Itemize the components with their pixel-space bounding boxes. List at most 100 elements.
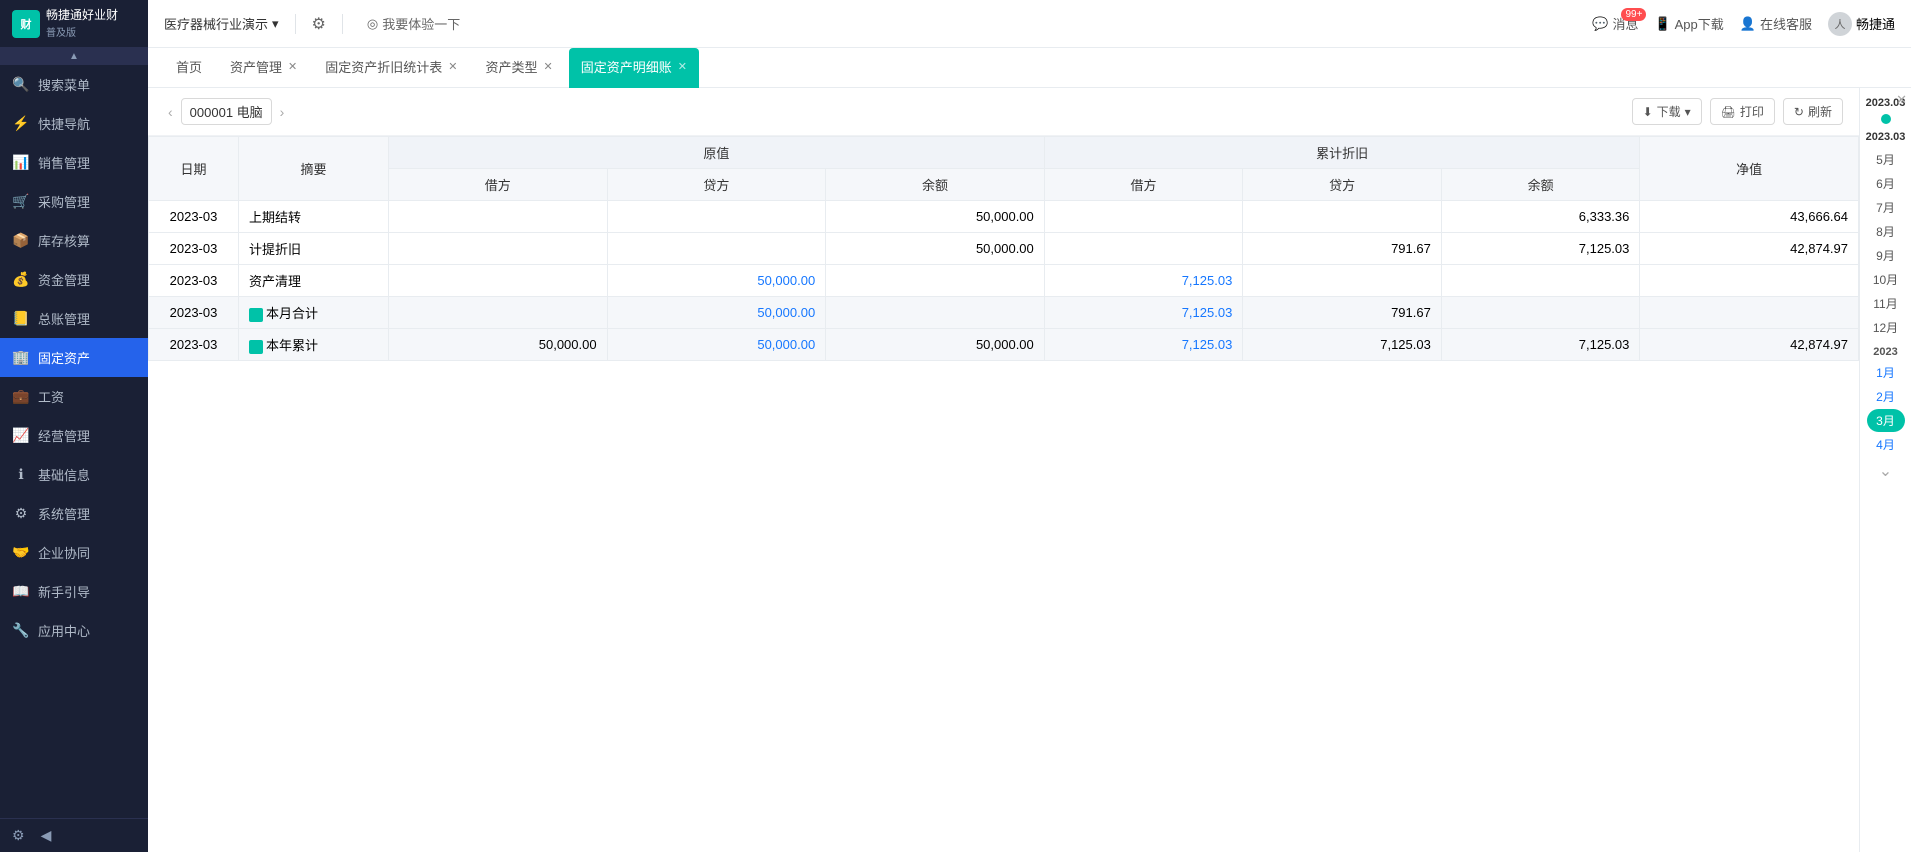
timeline-month-2月[interactable]: 2月 [1867, 385, 1905, 408]
sidebar-item-应用中心[interactable]: 🔧 应用中心 [0, 611, 148, 650]
table-scroll-container[interactable]: 日期 摘要 原值 累计折旧 净值 借方 贷方 余额 借方 贷方 余额 [148, 136, 1859, 852]
experience-icon: ◎ [367, 16, 378, 32]
sidebar-item-资金管理[interactable]: 💰资金管理 [0, 260, 148, 299]
download-btn[interactable]: ⬇ 下载 ▾ [1632, 98, 1702, 125]
settings-icon[interactable]: ⚙ [312, 14, 326, 34]
th-original-group: 原值 [389, 137, 1045, 169]
sidebar-item-总账管理[interactable]: 📒总账管理 [0, 299, 148, 338]
nav-icon-4: 📦 [12, 232, 30, 249]
acc-debit-val-2: 7,125.03 [1182, 273, 1233, 288]
online-service-label: 在线客服 [1760, 14, 1812, 33]
cell-acc-credit-1: 791.67 [1243, 233, 1442, 265]
tab-close-4[interactable]: ✕ [678, 60, 687, 73]
sidebar-item-企业协同[interactable]: 🤝企业协同 [0, 533, 148, 572]
refresh-btn[interactable]: ↻ 刷新 [1783, 98, 1843, 125]
sidebar-label-2: 销售管理 [38, 153, 90, 172]
th-net: 净值 [1640, 137, 1859, 201]
sidebar-label-5: 资金管理 [38, 270, 90, 289]
timeline-month-11月[interactable]: 11月 [1867, 292, 1905, 315]
timeline-month-10月[interactable]: 10月 [1867, 268, 1905, 291]
sidebar-item-采购管理[interactable]: 🛒采购管理 [0, 182, 148, 221]
timeline-month-12月[interactable]: 12月 [1867, 316, 1905, 339]
experience-btn[interactable]: ◎ 我要体验一下 [359, 10, 468, 37]
message-btn[interactable]: 💬 消息 99+ [1592, 14, 1638, 33]
sidebar-label-14: 应用中心 [38, 621, 90, 640]
timeline-month-8月[interactable]: 8月 [1867, 220, 1905, 243]
tab-0[interactable]: 首页 [164, 48, 214, 88]
sidebar-item-快捷导航[interactable]: ⚡快捷导航 [0, 104, 148, 143]
cell-summary-0: 上期结转 [239, 201, 389, 233]
nav-icon-6: 📒 [12, 310, 30, 327]
tab-close-3[interactable]: ✕ [544, 60, 553, 73]
cell-net-1: 42,874.97 [1640, 233, 1859, 265]
timeline-month-9月[interactable]: 9月 [1867, 244, 1905, 267]
sidebar-item-经营管理[interactable]: 📈经营管理 [0, 416, 148, 455]
cell-orig-debit-2 [389, 265, 608, 297]
cell-orig-credit-1 [607, 233, 826, 265]
tab-1[interactable]: 资产管理 ✕ [218, 48, 309, 88]
nav-icon-2: 📊 [12, 154, 30, 171]
tab-3[interactable]: 资产类型✕ [473, 48, 564, 88]
nav-icon-13: 📖 [12, 583, 30, 600]
sidebar-item-基础信息[interactable]: ℹ基础信息 [0, 455, 148, 494]
tab-label-1: 资产管理 [230, 57, 282, 76]
cell-net-0: 43,666.64 [1640, 201, 1859, 233]
tab-close-1[interactable]: ✕ [288, 60, 297, 73]
cell-orig-credit-3: 50,000.00 [607, 297, 826, 329]
sidebar-item-系统管理[interactable]: ⚙系统管理 [0, 494, 148, 533]
settings-bottom-icon[interactable]: ⚙ [12, 827, 25, 844]
sidebar-item-库存核算[interactable]: 📦库存核算 [0, 221, 148, 260]
company-selector[interactable]: 医疗器械行业演示 ▾ [164, 14, 279, 33]
sidebar-item-新手引导[interactable]: 📖新手引导 [0, 572, 148, 611]
nav-icon-14: 🔧 [12, 622, 30, 639]
sidebar-item-销售管理[interactable]: 📊 销售管理 [0, 143, 148, 182]
cell-summary-2: 资产清理 [239, 265, 389, 297]
sidebar-item-固定资产[interactable]: 🏢固定资产 [0, 338, 148, 377]
username: 畅捷通 [1856, 14, 1895, 33]
timeline-month-5月[interactable]: 5月 [1867, 148, 1905, 171]
cell-date-0: 2023-03 [149, 201, 239, 233]
timeline-month-1月[interactable]: 1月 [1867, 361, 1905, 384]
sidebar-item-工资[interactable]: 💼工资 [0, 377, 148, 416]
asset-next-btn[interactable]: › [276, 102, 289, 122]
cell-acc-credit-2 [1243, 265, 1442, 297]
user-menu[interactable]: 人 畅捷通 [1828, 12, 1895, 36]
company-name: 医疗器械行业演示 [164, 14, 268, 33]
asset-prev-btn[interactable]: ‹ [164, 102, 177, 122]
timeline-month-4月[interactable]: 4月 [1867, 433, 1905, 456]
tab-label-0: 首页 [176, 57, 202, 76]
timeline-close-btn[interactable]: ✕ [1896, 92, 1907, 108]
refresh-btn-icon: ↻ [1794, 105, 1804, 119]
sidebar-scroll-up[interactable]: ▲ [0, 48, 148, 65]
app-download-btn[interactable]: 📱 App下载 [1654, 14, 1723, 33]
sidebar-nav: 🔍搜索菜单⚡快捷导航 📊 销售管理 🛒采购管理📦库存核算💰资金管理📒总账管理🏢固定资产… [0, 65, 148, 818]
cell-acc-balance-3 [1441, 297, 1640, 329]
sidebar-label-11: 系统管理 [38, 504, 90, 523]
cell-orig-balance-1: 50,000.00 [826, 233, 1045, 265]
th-accumulated-group: 累计折旧 [1044, 137, 1640, 169]
print-btn-label: 打印 [1740, 103, 1764, 120]
tab-4[interactable]: 固定资产明细账 ✕ [569, 48, 699, 88]
timeline-month-3月[interactable]: 3月 [1867, 409, 1905, 432]
print-btn[interactable]: 🖨 打印 [1710, 98, 1775, 125]
timeline-month-7月[interactable]: 7月 [1867, 196, 1905, 219]
collapse-icon[interactable]: ◀ [41, 827, 52, 844]
refresh-btn-label: 刷新 [1808, 103, 1832, 120]
sidebar: 财 畅捷通好业财 普及版 ▲ 🔍搜索菜单⚡快捷导航📊销售管理🛒采购管理📦库存核算… [0, 0, 148, 852]
tab-2[interactable]: 固定资产折旧统计表✕ [313, 48, 469, 88]
timeline-year-2023: 2023 [1867, 340, 1905, 360]
timeline-arrow-down[interactable]: ⌄ [1879, 457, 1892, 485]
tabbar: 首页资产管理✕固定资产折旧统计表✕资产类型✕固定资产明细账✕ [148, 48, 1911, 88]
tab-close-2[interactable]: ✕ [448, 60, 457, 73]
sidebar-item-搜索菜单[interactable]: 🔍搜索菜单 [0, 65, 148, 104]
online-service-btn[interactable]: 👤 在线客服 [1740, 14, 1812, 33]
timeline-panel: ✕ 2023.03 2023.03 5月6月7月8月9月10月11月12月202… [1859, 88, 1911, 852]
service-icon: 👤 [1740, 16, 1756, 32]
cell-acc-credit-4: 7,125.03 [1243, 329, 1442, 361]
avatar: 人 [1828, 12, 1852, 36]
tab-label-4: 固定资产明细账 [581, 57, 672, 76]
experience-label: 我要体验一下 [382, 14, 460, 33]
timeline-month-6月[interactable]: 6月 [1867, 172, 1905, 195]
cell-date-1: 2023-03 [149, 233, 239, 265]
content-area: ‹ 000001 电脑 › ⬇ 下载 ▾ 🖨 打印 ↻ [148, 88, 1911, 852]
